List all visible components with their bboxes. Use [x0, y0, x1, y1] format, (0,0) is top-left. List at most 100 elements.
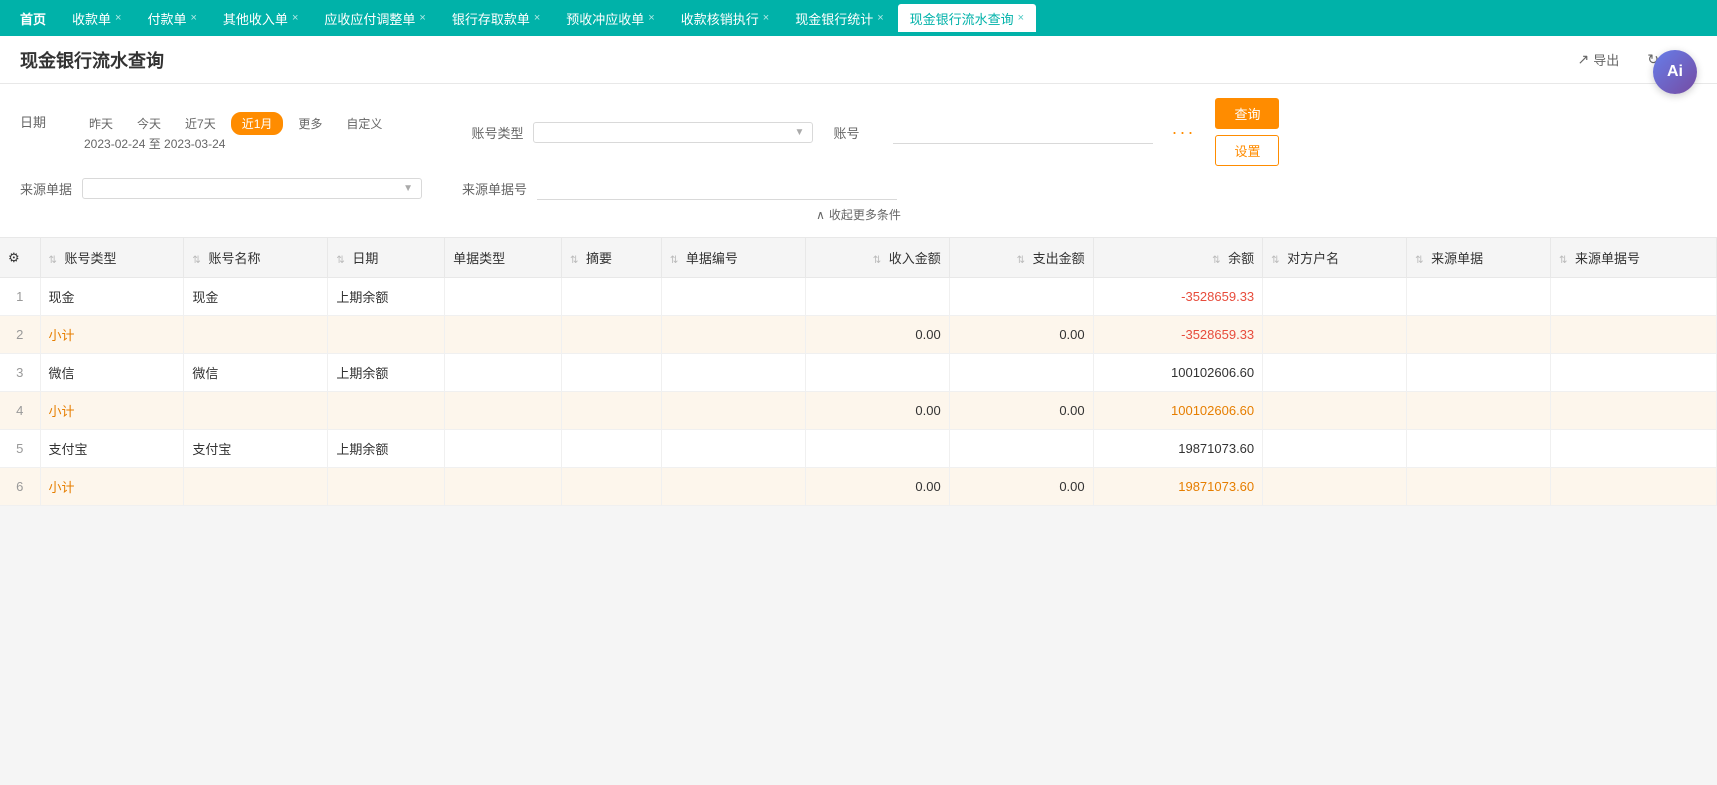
cell-account-name: 支付宝	[184, 430, 328, 468]
cell-balance: 100102606.60	[1093, 392, 1263, 430]
date-btn-more[interactable]: 更多	[289, 112, 331, 135]
source-doc-select[interactable]: ▼	[82, 178, 422, 199]
cell-account-name	[184, 468, 328, 506]
nav-stats-close[interactable]: ×	[877, 12, 883, 24]
nav-other-income-close[interactable]: ×	[292, 12, 298, 24]
table-row[interactable]: 4 小计 0.00 0.00 100102606.60	[0, 392, 1717, 430]
row-num: 3	[0, 354, 40, 392]
date-btn-custom[interactable]: 自定义	[337, 112, 391, 135]
gear-icon[interactable]: ⚙	[8, 250, 20, 265]
nav-cashflow-label: 现金银行流水查询	[910, 9, 1014, 28]
date-filter-content: 昨天 今天 近7天 近1月 更多 自定义 2023-02-24 至 2023-0…	[80, 112, 391, 152]
sort-arrows-icon-7[interactable]: ⇅	[1017, 255, 1025, 266]
sort-arrows-icon-9[interactable]: ⇅	[1271, 255, 1279, 266]
nav-item-advance[interactable]: 预收冲应收单 ×	[554, 4, 666, 32]
table-row[interactable]: 5 支付宝 支付宝 上期余额 19871073.60	[0, 430, 1717, 468]
nav-payment-close[interactable]: ×	[190, 12, 196, 24]
date-btn-today[interactable]: 今天	[128, 112, 170, 135]
date-shortcuts: 昨天 今天 近7天 近1月 更多 自定义	[80, 112, 391, 135]
sort-arrows-icon-3[interactable]: ⇅	[336, 255, 344, 266]
col-counterparty-label: 对方户名	[1287, 251, 1339, 266]
export-icon: ↗	[1578, 51, 1590, 68]
settings-button[interactable]: 设置	[1215, 135, 1279, 166]
nav-item-receipt[interactable]: 收款单 ×	[60, 4, 133, 32]
cell-counterparty	[1263, 278, 1407, 316]
nav-item-bank-deposit[interactable]: 银行存取款单 ×	[440, 4, 552, 32]
query-button[interactable]: 查询	[1215, 98, 1279, 129]
ai-assistant-button[interactable]: Ai	[1653, 50, 1697, 94]
row-num: 1	[0, 278, 40, 316]
sort-arrows-icon-10[interactable]: ⇅	[1415, 255, 1423, 266]
cell-doc-no	[661, 468, 805, 506]
source-doc-chevron-icon: ▼	[403, 183, 413, 194]
cell-doc-no	[661, 316, 805, 354]
cell-date	[328, 468, 445, 506]
account-type-select[interactable]: ▼	[533, 122, 813, 143]
sort-arrows-icon-5[interactable]: ⇅	[670, 255, 678, 266]
source-doc-num-input[interactable]	[537, 176, 897, 200]
nav-item-cashflow[interactable]: 现金银行流水查询 ×	[898, 4, 1036, 32]
nav-item-payment[interactable]: 付款单 ×	[135, 4, 208, 32]
header-row: ⚙ ⇅ 账号类型 ⇅ 账号名称 ⇅ 日期 单据类型 ⇅	[0, 238, 1717, 278]
account-label: 账号	[833, 123, 883, 142]
nav-writeoff-close[interactable]: ×	[763, 12, 769, 24]
source-doc-num-label: 来源单据号	[462, 179, 527, 198]
sort-arrows-icon-2[interactable]: ⇅	[192, 255, 200, 266]
date-range-display: 2023-02-24 至 2023-03-24	[84, 135, 391, 152]
cell-expense: 0.00	[949, 392, 1093, 430]
page-title: 现金银行流水查询	[20, 47, 164, 73]
cell-doc-type	[445, 354, 562, 392]
account-input[interactable]	[893, 120, 1153, 144]
sort-arrows-icon-6[interactable]: ⇅	[873, 255, 881, 266]
collapse-bar[interactable]: ∧ 收起更多条件	[20, 200, 1697, 223]
cell-expense	[949, 278, 1093, 316]
account-filter-group: 账号 ···	[833, 120, 1195, 144]
nav-item-other-income[interactable]: 其他收入单 ×	[211, 4, 310, 32]
date-btn-yesterday[interactable]: 昨天	[80, 112, 122, 135]
cell-summary	[561, 316, 661, 354]
nav-bank-deposit-label: 银行存取款单	[452, 9, 530, 28]
account-dots-icon[interactable]: ···	[1171, 122, 1195, 143]
table-row[interactable]: 2 小计 0.00 0.00 -3528659.33	[0, 316, 1717, 354]
table-row[interactable]: 1 现金 现金 上期余额 -3528659.33	[0, 278, 1717, 316]
nav-advance-close[interactable]: ×	[648, 12, 654, 24]
nav-cashflow-close[interactable]: ×	[1018, 12, 1024, 24]
col-gear: ⚙	[0, 238, 40, 278]
table-row[interactable]: 3 微信 微信 上期余额 100102606.60	[0, 354, 1717, 392]
nav-item-writeoff[interactable]: 收款核销执行 ×	[669, 4, 781, 32]
col-doc-type: 单据类型	[445, 238, 562, 278]
cell-balance: -3528659.33	[1093, 278, 1263, 316]
col-source-doc-label: 来源单据	[1431, 251, 1483, 266]
nav-receipt-label: 收款单	[72, 9, 111, 28]
sort-arrows-icon-4[interactable]: ⇅	[570, 255, 578, 266]
cell-summary	[561, 278, 661, 316]
table-row[interactable]: 6 小计 0.00 0.00 19871073.60	[0, 468, 1717, 506]
nav-receipt-close[interactable]: ×	[115, 12, 121, 24]
sort-arrows-icon-11[interactable]: ⇅	[1559, 255, 1567, 266]
cell-income	[805, 278, 949, 316]
nav-writeoff-label: 收款核销执行	[681, 9, 759, 28]
export-button[interactable]: ↗ 导出	[1570, 46, 1628, 73]
sort-arrows-icon[interactable]: ⇅	[49, 255, 57, 266]
col-account-name-label: 账号名称	[208, 251, 260, 266]
cell-counterparty	[1263, 468, 1407, 506]
col-date-label: 日期	[352, 251, 378, 266]
nav-item-adjustment[interactable]: 应收应付调整单 ×	[312, 4, 437, 32]
sort-arrows-icon-8[interactable]: ⇅	[1212, 255, 1220, 266]
col-income: ⇅ 收入金额	[805, 238, 949, 278]
cell-income: 0.00	[805, 316, 949, 354]
col-date: ⇅ 日期	[328, 238, 445, 278]
col-account-type: ⇅ 账号类型	[40, 238, 184, 278]
date-btn-7days[interactable]: 近7天	[176, 112, 225, 135]
nav-home[interactable]: 首页	[8, 4, 58, 32]
col-source-doc-no-label: 来源单据号	[1575, 251, 1640, 266]
nav-item-stats[interactable]: 现金银行统计 ×	[783, 4, 895, 32]
date-btn-1month[interactable]: 近1月	[231, 112, 284, 135]
col-doc-no-label: 单据编号	[686, 251, 738, 266]
cell-income	[805, 430, 949, 468]
cell-account-type: 微信	[40, 354, 184, 392]
cell-account-type: 现金	[40, 278, 184, 316]
nav-bank-deposit-close[interactable]: ×	[534, 12, 540, 24]
nav-adjustment-close[interactable]: ×	[419, 12, 425, 24]
date-filter-group: 日期 昨天 今天 近7天 近1月 更多 自定义 2023-02-24 至 202…	[20, 112, 391, 152]
